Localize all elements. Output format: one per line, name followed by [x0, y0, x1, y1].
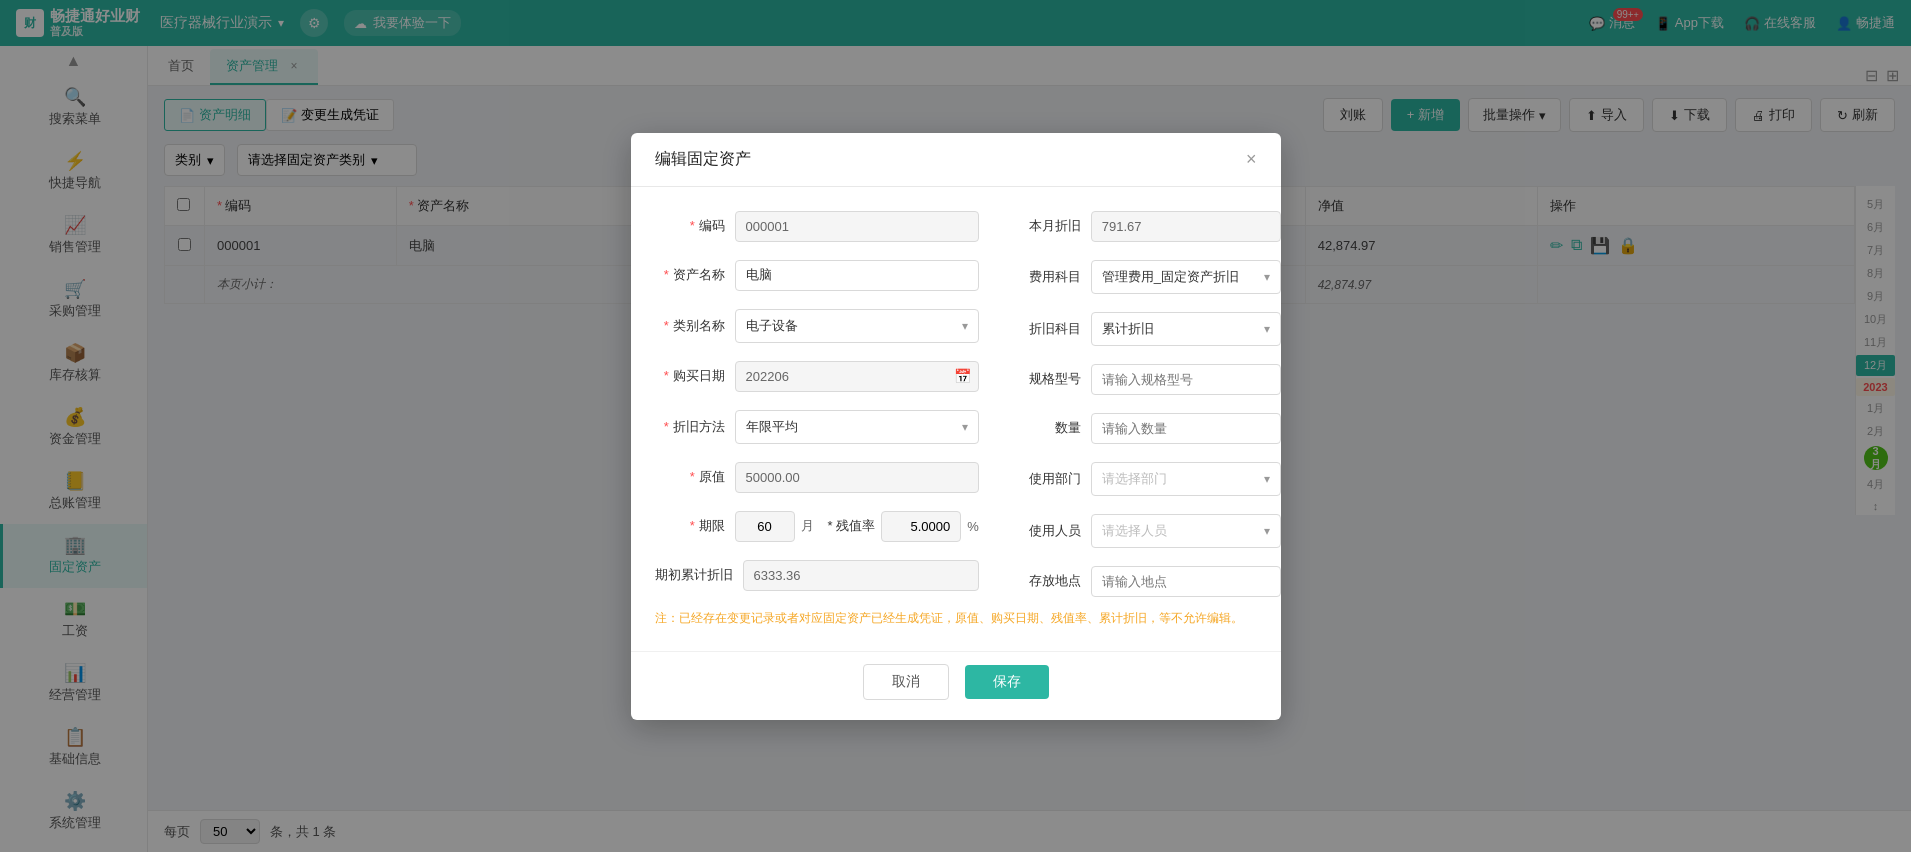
modal-header: 编辑固定资产 × — [631, 133, 1281, 187]
form-row-dep-subject: 折旧科目 累计折旧 ▾ — [1011, 312, 1281, 346]
form-row-category: * 类别名称 电子设备 ▾ — [655, 309, 979, 343]
form-col-right: 本月折旧 费用科目 管理费用_固定资产折旧 ▾ 折旧科目 — [1011, 211, 1281, 597]
initial-acc-dep-input[interactable] — [743, 560, 979, 591]
quantity-label: 数量 — [1011, 419, 1081, 437]
period-unit: 月 — [801, 517, 814, 535]
purchase-date-label: * 购买日期 — [655, 367, 725, 385]
dept-select[interactable]: 请选择部门 ▾ — [1091, 462, 1281, 496]
category-arrow-icon: ▾ — [962, 319, 968, 333]
dep-method-arrow-icon: ▾ — [962, 420, 968, 434]
dep-subject-value: 累计折旧 — [1102, 320, 1154, 338]
monthly-dep-input[interactable] — [1091, 211, 1281, 242]
monthly-dep-label: 本月折旧 — [1011, 217, 1081, 235]
form-row-original-value: * 原值 — [655, 462, 979, 493]
expense-subject-select[interactable]: 管理费用_固定资产折旧 ▾ — [1091, 260, 1281, 294]
purchase-date-input-wrap: 📅 — [735, 361, 979, 392]
user-placeholder: 请选择人员 — [1102, 522, 1167, 540]
residual-rate-input[interactable] — [881, 511, 961, 542]
modal-footer: 取消 保存 — [631, 651, 1281, 720]
form-row-expense-subject: 费用科目 管理费用_固定资产折旧 ▾ — [1011, 260, 1281, 294]
spec-model-label: 规格型号 — [1011, 370, 1081, 388]
category-select[interactable]: 电子设备 ▾ — [735, 309, 979, 343]
modal-edit-asset: 编辑固定资产 × * 编码 * — [631, 133, 1281, 720]
form-row-monthly-dep: 本月折旧 — [1011, 211, 1281, 242]
dep-method-value: 年限平均 — [746, 418, 798, 436]
location-label: 存放地点 — [1011, 572, 1081, 590]
dep-subject-arrow-icon: ▾ — [1264, 322, 1270, 336]
code-input[interactable] — [735, 211, 979, 242]
modal-close-icon[interactable]: × — [1246, 150, 1257, 168]
user-arrow-icon: ▾ — [1264, 524, 1270, 538]
purchase-date-input[interactable] — [735, 361, 979, 392]
spec-model-input[interactable] — [1091, 364, 1281, 395]
dept-arrow-icon: ▾ — [1264, 472, 1270, 486]
dep-subject-label: 折旧科目 — [1011, 320, 1081, 338]
calendar-icon: 📅 — [954, 368, 971, 384]
category-value: 电子设备 — [746, 317, 798, 335]
form-row-dep-method: * 折旧方法 年限平均 ▾ — [655, 410, 979, 444]
original-value-label: * 原值 — [655, 468, 725, 486]
modal-body: * 编码 * 资产名称 * 类别名称 — [631, 187, 1281, 651]
user-label: 使用人员 — [1011, 522, 1081, 540]
form-row-spec-model: 规格型号 — [1011, 364, 1281, 395]
form-col-left: * 编码 * 资产名称 * 类别名称 — [655, 211, 979, 597]
save-button[interactable]: 保存 — [965, 665, 1049, 699]
period-label: * 期限 — [655, 517, 725, 535]
period-row: 月 * 残值率 % — [735, 511, 979, 542]
user-select[interactable]: 请选择人员 ▾ — [1091, 514, 1281, 548]
category-label: * 类别名称 — [655, 317, 725, 335]
form-row-location: 存放地点 — [1011, 566, 1281, 597]
form-row-initial-acc-dep: 期初累计折旧 — [655, 560, 979, 591]
original-value-input[interactable] — [735, 462, 979, 493]
asset-name-input[interactable] — [735, 260, 979, 291]
location-input[interactable] — [1091, 566, 1281, 597]
form-row-purchase-date: * 购买日期 📅 — [655, 361, 979, 392]
form-row-user: 使用人员 请选择人员 ▾ — [1011, 514, 1281, 548]
form-grid: * 编码 * 资产名称 * 类别名称 — [655, 211, 1257, 597]
dept-label: 使用部门 — [1011, 470, 1081, 488]
expense-subject-label: 费用科目 — [1011, 268, 1081, 286]
dep-subject-select[interactable]: 累计折旧 ▾ — [1091, 312, 1281, 346]
dep-method-select[interactable]: 年限平均 ▾ — [735, 410, 979, 444]
form-row-code: * 编码 — [655, 211, 979, 242]
residual-pct-unit: % — [967, 519, 979, 534]
form-row-dept: 使用部门 请选择部门 ▾ — [1011, 462, 1281, 496]
modal-title: 编辑固定资产 — [655, 149, 751, 170]
dept-placeholder: 请选择部门 — [1102, 470, 1167, 488]
asset-name-label: * 资产名称 — [655, 266, 725, 284]
cancel-button[interactable]: 取消 — [863, 664, 949, 700]
expense-subject-arrow-icon: ▾ — [1264, 270, 1270, 284]
initial-acc-dep-label: 期初累计折旧 — [655, 566, 733, 584]
quantity-input[interactable] — [1091, 413, 1281, 444]
form-row-asset-name: * 资产名称 — [655, 260, 979, 291]
expense-subject-value: 管理费用_固定资产折旧 — [1102, 268, 1239, 286]
form-row-period: * 期限 月 * 残值率 % — [655, 511, 979, 542]
modal-note: 注：已经存在变更记录或者对应固定资产已经生成凭证，原值、购买日期、残值率、累计折… — [655, 609, 1257, 627]
form-row-quantity: 数量 — [1011, 413, 1281, 444]
dep-method-label: * 折旧方法 — [655, 418, 725, 436]
code-label: * 编码 — [655, 217, 725, 235]
residual-rate-label: * 残值率 — [828, 517, 876, 535]
period-input[interactable] — [735, 511, 795, 542]
modal-overlay[interactable]: 编辑固定资产 × * 编码 * — [0, 0, 1911, 852]
